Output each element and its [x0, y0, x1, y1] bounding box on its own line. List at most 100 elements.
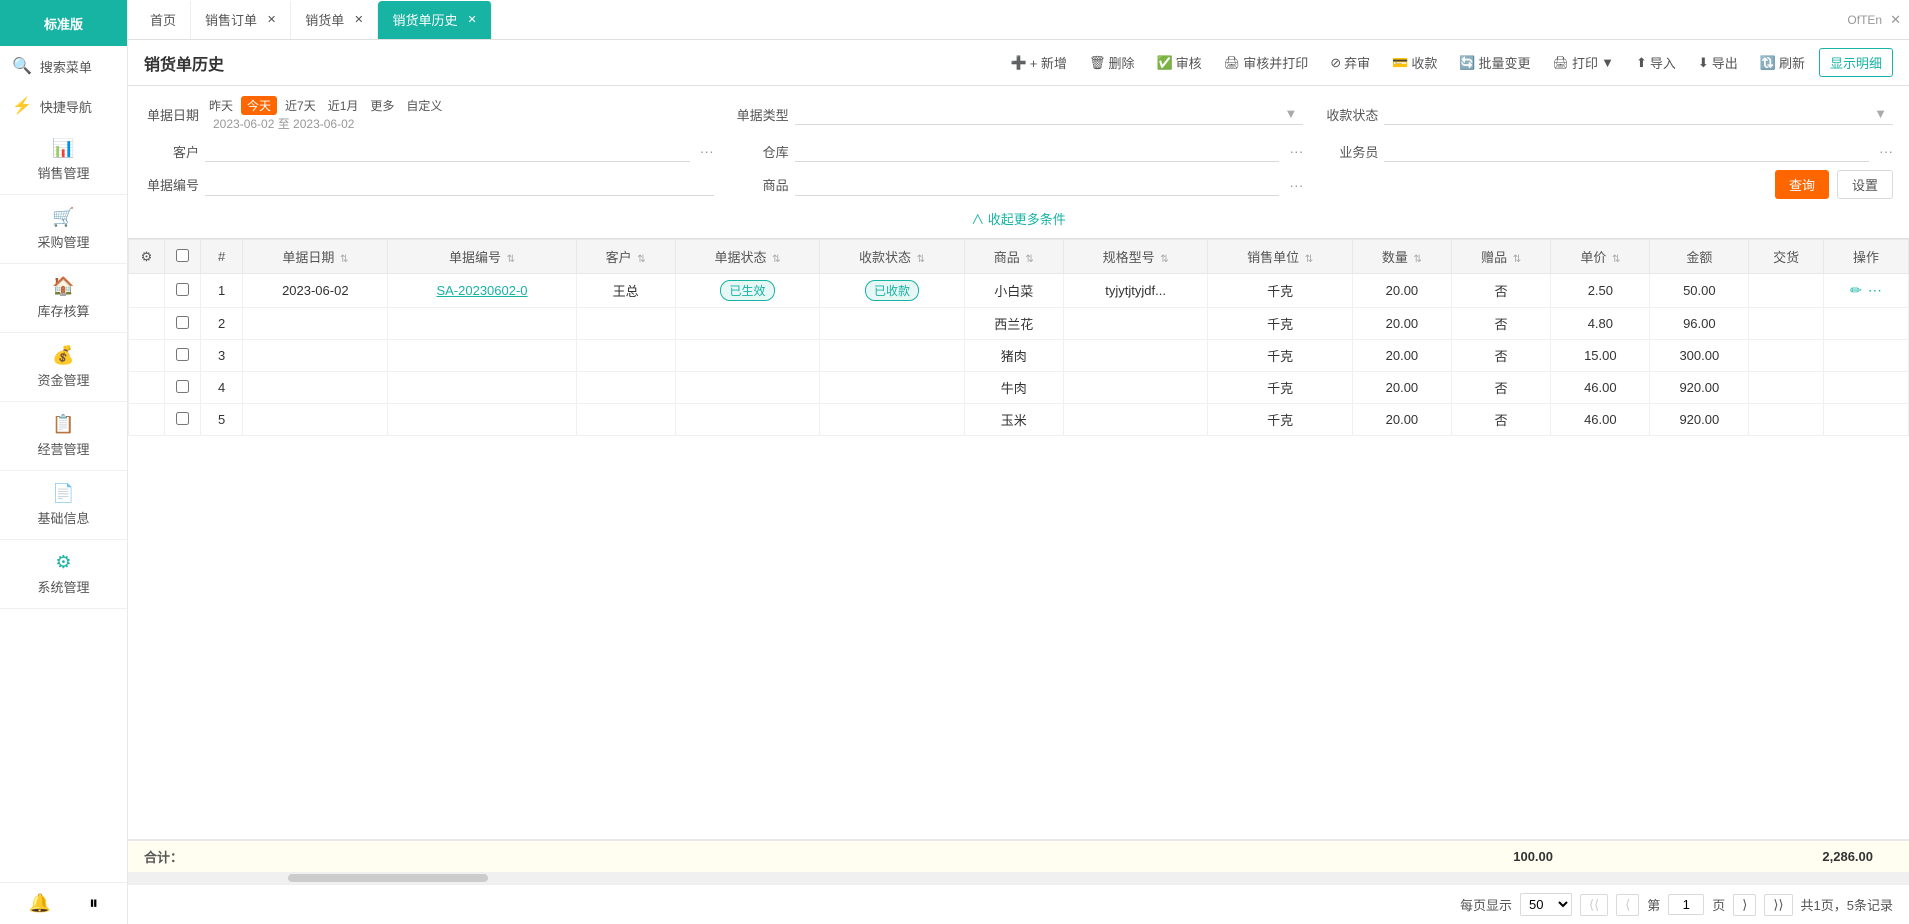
- sidebar-item-sales-mgmt[interactable]: 📊 销售管理: [0, 126, 127, 195]
- th-customer[interactable]: 客户 ⇅: [576, 240, 675, 274]
- sidebar-item-purchase-mgmt[interactable]: 🛒 采购管理: [0, 195, 127, 264]
- query-button[interactable]: 查询: [1775, 170, 1829, 199]
- staff-ellipsis-btn[interactable]: ···: [1879, 143, 1893, 159]
- doc-no-input[interactable]: [205, 174, 714, 196]
- delete-button[interactable]: 🗑 删除: [1081, 49, 1143, 76]
- sidebar-item-label: 销售管理: [37, 163, 89, 182]
- th-settings[interactable]: ⚙: [129, 240, 165, 274]
- th-gift[interactable]: 赠品 ⇅: [1452, 240, 1551, 274]
- warehouse-ellipsis-btn[interactable]: ···: [1289, 143, 1303, 159]
- sidebar-item-quick-nav[interactable]: ⚡ 快捷导航: [0, 86, 127, 126]
- abandon-button[interactable]: ⊘ 弃审: [1322, 49, 1378, 76]
- row-checkbox[interactable]: [176, 348, 189, 361]
- tab-sales-history-close[interactable]: ✕: [468, 13, 477, 26]
- close-all-icon[interactable]: ✕: [1890, 12, 1901, 28]
- customer-ellipsis-btn[interactable]: ···: [700, 143, 714, 159]
- audit-button[interactable]: ✅ 审核: [1148, 49, 1209, 76]
- first-page-btn[interactable]: ⟨⟨: [1580, 894, 1608, 916]
- batch-change-button[interactable]: 🔄 批量变更: [1451, 49, 1538, 76]
- cell-settings[interactable]: [129, 340, 165, 372]
- table-container[interactable]: ⚙ # 单据日期 ⇅ 单据编号 ⇅ 客户 ⇅ 单据状态 ⇅ 收款状态 ⇅ 商品 …: [128, 239, 1909, 839]
- settings-button[interactable]: 设置: [1837, 170, 1893, 199]
- print-button[interactable]: 🖨 打印 ▼: [1545, 49, 1622, 76]
- cell-check[interactable]: [165, 372, 201, 404]
- scrollbar-thumb[interactable]: [288, 874, 488, 882]
- th-doc-status[interactable]: 单据状态 ⇅: [675, 240, 819, 274]
- th-unit-price[interactable]: 单价 ⇅: [1551, 240, 1650, 274]
- goods-ellipsis-btn[interactable]: ···: [1289, 177, 1303, 193]
- cell-action[interactable]: ✏⋯: [1824, 274, 1909, 308]
- export-button[interactable]: ⬇ 导出: [1690, 49, 1746, 76]
- refresh-button[interactable]: 🔃 刷新: [1752, 49, 1813, 76]
- filter-collapse[interactable]: ∧ 收起更多条件: [144, 207, 1893, 232]
- select-all-checkbox[interactable]: [176, 249, 189, 262]
- th-doc-date[interactable]: 单据日期 ⇅: [243, 240, 388, 274]
- notification-icon[interactable]: 🔔: [29, 893, 51, 914]
- doc-type-dropdown-icon: ▼: [1284, 106, 1297, 121]
- page-input[interactable]: [1668, 894, 1704, 915]
- goods-input[interactable]: [795, 174, 1280, 196]
- tab-sales-delivery-close[interactable]: ✕: [354, 13, 363, 26]
- cell-unit-price: 2.50: [1551, 274, 1650, 308]
- show-details-button[interactable]: 显示明细: [1819, 48, 1893, 77]
- today-btn[interactable]: 今天: [241, 96, 277, 115]
- cell-check[interactable]: [165, 404, 201, 436]
- cell-settings[interactable]: [129, 404, 165, 436]
- more-action-icon[interactable]: ⋯: [1868, 282, 1882, 299]
- edit-icon[interactable]: ✏: [1850, 282, 1862, 299]
- tab-sales-history[interactable]: 销货单历史 ✕: [378, 1, 491, 39]
- sidebar-item-finance[interactable]: 💰 资金管理: [0, 333, 127, 402]
- cell-payment-status: 已收款: [820, 274, 964, 308]
- sidebar-item-operations[interactable]: 📋 经营管理: [0, 402, 127, 471]
- th-quantity[interactable]: 数量 ⇅: [1352, 240, 1451, 274]
- row-checkbox[interactable]: [176, 283, 189, 296]
- cell-settings[interactable]: [129, 308, 165, 340]
- collect-button[interactable]: 💳 收款: [1384, 49, 1445, 76]
- cell-quantity: 20.00: [1352, 404, 1451, 436]
- cell-settings[interactable]: [129, 274, 165, 308]
- th-sales-unit[interactable]: 销售单位 ⇅: [1208, 240, 1352, 274]
- cell-check[interactable]: [165, 274, 201, 308]
- th-payment-status[interactable]: 收款状态 ⇅: [820, 240, 964, 274]
- custom-btn[interactable]: 自定义: [402, 96, 446, 115]
- last-page-btn[interactable]: ⟩⟩: [1764, 894, 1792, 916]
- sidebar-item-inventory[interactable]: 🏠 库存核算: [0, 264, 127, 333]
- row-checkbox[interactable]: [176, 380, 189, 393]
- cell-gift: 否: [1452, 308, 1551, 340]
- cell-check[interactable]: [165, 308, 201, 340]
- sidebar-item-sys-mgmt[interactable]: ⚙ 系统管理: [0, 540, 127, 609]
- th-goods[interactable]: 商品 ⇅: [964, 240, 1063, 274]
- cell-doc-no[interactable]: SA-20230602-0: [388, 274, 576, 308]
- import-button[interactable]: ⬆ 导入: [1628, 49, 1684, 76]
- tab-home[interactable]: 首页: [136, 1, 191, 39]
- customer-input[interactable]: [205, 140, 690, 162]
- th-doc-no[interactable]: 单据编号 ⇅: [388, 240, 576, 274]
- row-checkbox[interactable]: [176, 412, 189, 425]
- tab-sales-delivery[interactable]: 销货单 ✕: [291, 1, 378, 39]
- doc-no-link[interactable]: SA-20230602-0: [436, 283, 527, 298]
- 1month-btn[interactable]: 近1月: [324, 96, 363, 115]
- more-btn[interactable]: 更多: [366, 96, 398, 115]
- warehouse-input[interactable]: [795, 140, 1280, 162]
- sidebar-item-search-menu[interactable]: 🔍 搜索菜单: [0, 46, 127, 86]
- sidebar-item-basic-info[interactable]: 📄 基础信息: [0, 471, 127, 540]
- 7days-btn[interactable]: 近7天: [281, 96, 320, 115]
- yesterday-btn[interactable]: 昨天: [205, 96, 237, 115]
- row-checkbox[interactable]: [176, 316, 189, 329]
- next-page-btn[interactable]: ⟩: [1733, 894, 1756, 916]
- payment-status-select[interactable]: ▼: [1384, 103, 1893, 125]
- cell-customer: [576, 372, 675, 404]
- per-page-select[interactable]: 50 20 100: [1520, 893, 1572, 916]
- staff-input[interactable]: [1384, 140, 1869, 162]
- prev-page-btn[interactable]: ⟨: [1616, 894, 1639, 916]
- tab-sales-order[interactable]: 销售订单 ✕: [191, 1, 291, 39]
- th-spec[interactable]: 规格型号 ⇅: [1063, 240, 1207, 274]
- horizontal-scrollbar[interactable]: [128, 872, 1909, 884]
- pause-icon[interactable]: ⏸: [89, 893, 98, 914]
- new-button[interactable]: ➕ + 新增: [1003, 49, 1075, 76]
- cell-check[interactable]: [165, 340, 201, 372]
- tab-sales-order-close[interactable]: ✕: [267, 13, 276, 26]
- doc-type-select[interactable]: ▼: [795, 103, 1304, 125]
- audit-print-button[interactable]: 🖨 审核并打印: [1216, 49, 1317, 76]
- cell-settings[interactable]: [129, 372, 165, 404]
